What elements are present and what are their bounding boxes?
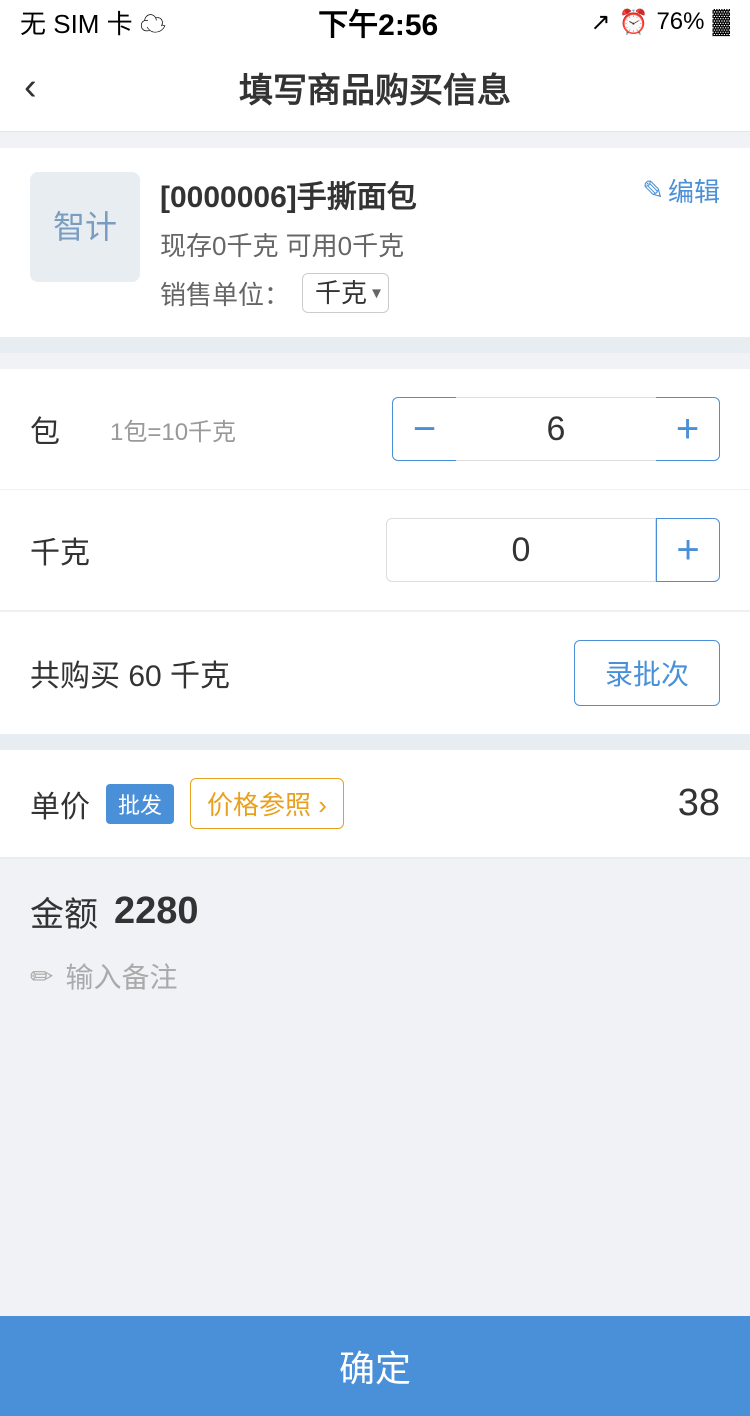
status-right: ↗ ⏰ 76% ▓ — [590, 8, 730, 37]
unit-label: 销售单位： — [160, 275, 290, 312]
amount-value: 2280 — [114, 890, 199, 933]
divider-1 — [0, 337, 750, 353]
kg-label: 千克 — [30, 528, 110, 572]
status-bar: 无 SIM 卡 ☁ 下午2:56 ↗ ⏰ 76% ▓ — [0, 0, 750, 44]
confirm-button[interactable]: 确定 — [0, 1316, 750, 1416]
kg-row: 千克 + — [0, 490, 750, 611]
product-card: 智计 [0000006]手撕面包 ✎ 编辑 现存0千克 可用0千克 销售单位： … — [0, 148, 750, 337]
bao-minus-button[interactable]: − — [392, 397, 456, 461]
amount-row: 金额 2280 — [30, 887, 720, 936]
total-text: 共购买 60 千克 — [30, 651, 230, 695]
bao-quantity-controls: − + — [392, 397, 720, 461]
price-value: 38 — [678, 782, 720, 825]
product-thumbnail: 智计 — [30, 172, 140, 282]
price-reference-button[interactable]: 价格参照 › — [190, 778, 344, 829]
bao-label: 包 — [30, 407, 110, 451]
unit-select-wrapper[interactable]: 千克 — [302, 273, 389, 313]
back-button[interactable]: ‹ — [24, 66, 37, 109]
edit-icon: ✎ — [642, 175, 664, 206]
total-row: 共购买 60 千克 录批次 — [0, 611, 750, 734]
bao-row: 包 1包=10千克 − + — [0, 369, 750, 490]
quantity-section: 包 1包=10千克 − + 千克 + 共购买 60 千克 录批次 — [0, 369, 750, 734]
kg-quantity-controls: + — [386, 518, 720, 582]
battery-text: 76% — [656, 8, 704, 36]
nav-bar: ‹ 填写商品购买信息 — [0, 44, 750, 132]
product-stock: 现存0千克 可用0千克 — [160, 226, 720, 263]
location-icon: ↗ — [590, 8, 610, 37]
page-title: 填写商品购买信息 — [239, 63, 511, 112]
product-unit-row: 销售单位： 千克 — [160, 273, 720, 313]
edit-label: 编辑 — [668, 172, 720, 209]
product-title-row: [0000006]手撕面包 ✎ 编辑 — [160, 172, 720, 216]
batch-button[interactable]: 录批次 — [574, 640, 720, 706]
price-section: 单价 批发 价格参照 › 38 — [0, 750, 750, 857]
edit-button[interactable]: ✎ 编辑 — [642, 172, 720, 209]
product-logo: 智计 — [53, 208, 117, 246]
divider-2 — [0, 734, 750, 750]
status-left: 无 SIM 卡 ☁ — [20, 4, 166, 41]
product-info: [0000006]手撕面包 ✎ 编辑 现存0千克 可用0千克 销售单位： 千克 — [160, 172, 720, 313]
amount-label: 金额 — [30, 887, 98, 936]
kg-plus-button[interactable]: + — [656, 518, 720, 582]
remark-row[interactable]: ✏ 输入备注 — [30, 956, 720, 1016]
price-row: 单价 批发 价格参照 › 38 — [30, 778, 720, 829]
empty-area — [0, 1016, 750, 1316]
price-tag: 批发 — [106, 784, 174, 824]
kg-quantity-input[interactable] — [386, 518, 656, 582]
product-title: [0000006]手撕面包 — [160, 172, 642, 216]
unit-select[interactable]: 千克 — [302, 273, 389, 313]
status-time: 下午2:56 — [318, 0, 438, 44]
amount-section: 金额 2280 ✏ 输入备注 — [0, 859, 750, 1016]
sim-text: 无 SIM 卡 ☁ — [20, 4, 166, 41]
bao-sublabel: 1包=10千克 — [110, 412, 392, 447]
price-label: 单价 — [30, 782, 90, 826]
battery-icon: ▓ — [713, 8, 731, 36]
remark-placeholder: 输入备注 — [65, 956, 177, 996]
bao-quantity-input[interactable] — [456, 397, 656, 461]
bao-plus-button[interactable]: + — [656, 397, 720, 461]
pencil-icon: ✏ — [30, 960, 53, 993]
alarm-icon: ⏰ — [619, 8, 649, 37]
